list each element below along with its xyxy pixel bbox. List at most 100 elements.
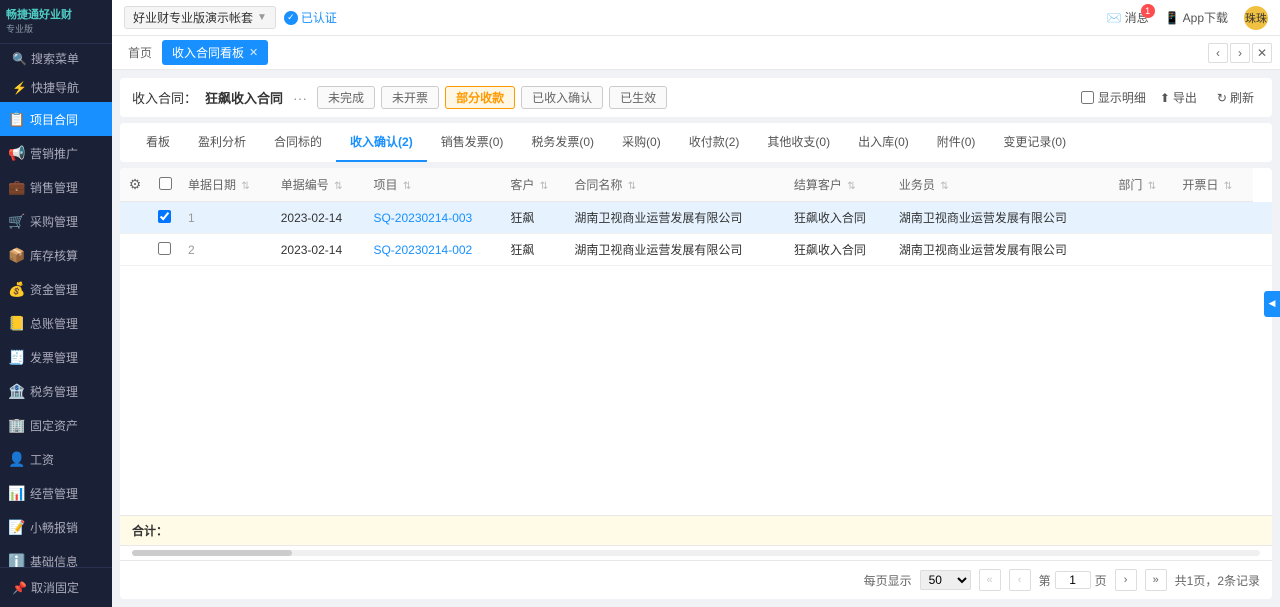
row-select-checkbox[interactable] bbox=[158, 242, 171, 255]
message-button[interactable]: ✉️ 消息 1 bbox=[1107, 9, 1149, 26]
sidebar-quicknav-label: 快捷导航 bbox=[31, 79, 79, 96]
sidebar-item-general-ledger[interactable]: 📒 总账管理 bbox=[0, 306, 112, 340]
status-confirmed[interactable]: 已收入确认 bbox=[521, 86, 603, 109]
sort-project-icon[interactable]: ⇅ bbox=[403, 181, 411, 192]
sidebar-search[interactable]: 🔍 搜索菜单 bbox=[0, 44, 112, 73]
row-date: 2023-02-14 bbox=[273, 202, 366, 234]
row-doc-no: SQ-20230214-003 bbox=[365, 202, 502, 234]
status-effective[interactable]: 已生效 bbox=[609, 86, 667, 109]
sort-settlement-icon[interactable]: ⇅ bbox=[847, 181, 855, 192]
export-button[interactable]: ⬆ 导出 bbox=[1154, 87, 1203, 108]
next-page-button[interactable]: › bbox=[1115, 569, 1137, 591]
sidebar-item-tax-mgmt[interactable]: 🏦 税务管理 bbox=[0, 374, 112, 408]
sidebar-item-marketing[interactable]: 📢 营销推广 bbox=[0, 136, 112, 170]
prev-page-button[interactable]: ‹ bbox=[1009, 569, 1031, 591]
row-select-checkbox[interactable] bbox=[158, 210, 171, 223]
marketing-icon: 📢 bbox=[8, 144, 26, 162]
show-detail-label: 显示明细 bbox=[1098, 89, 1146, 106]
sort-contract-icon[interactable]: ⇅ bbox=[628, 181, 636, 192]
status-incomplete[interactable]: 未完成 bbox=[317, 86, 375, 109]
last-page-button[interactable]: » bbox=[1145, 569, 1167, 591]
sidebar-item-capital-mgmt[interactable]: 💰 资金管理 bbox=[0, 272, 112, 306]
message-badge: 1 bbox=[1141, 4, 1155, 18]
subtab-contract-standard[interactable]: 合同标的 bbox=[260, 123, 336, 162]
select-all-checkbox[interactable] bbox=[159, 177, 172, 190]
capital-icon: 💰 bbox=[8, 280, 26, 298]
sidebar-item-labor[interactable]: 👤 工资 bbox=[0, 442, 112, 476]
sidebar-item-purchase-mgmt[interactable]: 🛒 采购管理 bbox=[0, 204, 112, 238]
tab-close-all-button[interactable]: ✕ bbox=[1252, 43, 1272, 63]
sidebar-item-operations[interactable]: 📊 经营管理 bbox=[0, 476, 112, 510]
table-row[interactable]: 1 2023-02-14 SQ-20230214-003 狂飙 湖南卫视商业运营… bbox=[120, 202, 1272, 234]
status-partial[interactable]: 部分收款 bbox=[445, 86, 515, 109]
sort-docno-icon[interactable]: ⇅ bbox=[334, 181, 342, 192]
sort-dept-icon[interactable]: ⇅ bbox=[1148, 181, 1156, 192]
per-page-select[interactable]: 50 100 200 bbox=[920, 570, 971, 590]
subtab-attachment[interactable]: 附件(0) bbox=[923, 123, 990, 162]
table-header-row: ⚙ 单据日期 ⇅ 单据编号 ⇅ bbox=[120, 168, 1272, 202]
row-num: 2 bbox=[180, 234, 273, 266]
tab-next-button[interactable]: › bbox=[1230, 43, 1250, 63]
refresh-icon: ↻ bbox=[1217, 91, 1227, 105]
tab-home[interactable]: 首页 bbox=[120, 44, 160, 61]
subtab-change-log[interactable]: 变更记录(0) bbox=[989, 123, 1080, 162]
col-gear: ⚙ bbox=[120, 168, 150, 202]
sidebar-item-project-contract[interactable]: 📋 项目合同 bbox=[0, 102, 112, 136]
subtab-other-receipt[interactable]: 其他收支(0) bbox=[753, 123, 844, 162]
sidebar-item-fixed-assets[interactable]: 🏢 固定资产 bbox=[0, 408, 112, 442]
subtab-sales-invoice[interactable]: 销售发票(0) bbox=[427, 123, 518, 162]
settings-icon[interactable]: ⚙ bbox=[129, 176, 142, 192]
app-download-button[interactable]: 📱 App下载 bbox=[1165, 9, 1228, 26]
subtab-income-confirm[interactable]: 收入确认(2) bbox=[336, 123, 427, 162]
sort-customer-icon[interactable]: ⇅ bbox=[540, 181, 548, 192]
contract-actions: 显示明细 ⬆ 导出 ↻ 刷新 bbox=[1081, 87, 1260, 108]
status-not-invoiced[interactable]: 未开票 bbox=[381, 86, 439, 109]
sidebar-quicknav[interactable]: ⚡ 快捷导航 bbox=[0, 73, 112, 102]
tab-income-contract[interactable]: 收入合同看板 ✕ bbox=[162, 40, 268, 65]
data-table: ⚙ 单据日期 ⇅ 单据编号 ⇅ bbox=[120, 168, 1272, 266]
subtab-payment[interactable]: 收付款(2) bbox=[675, 123, 754, 162]
tab-prev-button[interactable]: ‹ bbox=[1208, 43, 1228, 63]
sort-opendate-icon[interactable]: ⇅ bbox=[1224, 181, 1232, 192]
page-input[interactable] bbox=[1055, 571, 1091, 589]
sidebar-item-reports[interactable]: 📝 小畅报销 bbox=[0, 510, 112, 544]
sort-date-icon[interactable]: ⇅ bbox=[241, 181, 249, 192]
contract-header: 收入合同： 狂飙收入合同 ··· 未完成 未开票 部分收款 已收入确认 已生效 … bbox=[120, 78, 1272, 117]
tax-icon: 🏦 bbox=[8, 382, 26, 400]
operations-icon: 📊 bbox=[8, 484, 26, 502]
refresh-button[interactable]: ↻ 刷新 bbox=[1211, 87, 1260, 108]
sidebar-item-invoice-mgmt[interactable]: 🧾 发票管理 bbox=[0, 340, 112, 374]
row-sales-rep bbox=[1110, 234, 1174, 266]
right-panel-toggle[interactable]: ◀ bbox=[1264, 291, 1280, 317]
tab-close-icon[interactable]: ✕ bbox=[249, 46, 258, 59]
col-open-date: 开票日 ⇅ bbox=[1174, 168, 1252, 202]
subtab-tax-invoice[interactable]: 税务发票(0) bbox=[517, 123, 608, 162]
contract-name: 狂飙收入合同 bbox=[205, 88, 283, 107]
sort-salesrep-icon[interactable]: ⇅ bbox=[940, 181, 948, 192]
subtab-warehouse[interactable]: 出入库(0) bbox=[844, 123, 923, 162]
page-indicator: 第 页 bbox=[1039, 571, 1107, 589]
col-project: 项目 ⇅ bbox=[365, 168, 502, 202]
unpin-button[interactable]: 📌 取消固定 bbox=[8, 574, 104, 601]
sidebar-item-inventory[interactable]: 📦 库存核算 bbox=[0, 238, 112, 272]
first-page-button[interactable]: « bbox=[979, 569, 1001, 591]
subtab-dashboard[interactable]: 看板 bbox=[132, 123, 184, 162]
tab-label: 收入合同看板 bbox=[172, 44, 244, 61]
subtab-purchase[interactable]: 采购(0) bbox=[608, 123, 675, 162]
doc-no-link[interactable]: SQ-20230214-003 bbox=[373, 211, 472, 225]
doc-no-link[interactable]: SQ-20230214-002 bbox=[373, 243, 472, 257]
message-icon: ✉️ bbox=[1107, 11, 1122, 25]
company-selector[interactable]: 好业财专业版演示帐套 ▼ bbox=[124, 6, 276, 29]
sidebar-item-basic-info[interactable]: ℹ️ 基础信息 bbox=[0, 544, 112, 567]
user-avatar[interactable]: 珠珠 bbox=[1244, 6, 1268, 30]
subtab-profit-analysis[interactable]: 盈利分析 bbox=[184, 123, 260, 162]
show-detail-checkbox[interactable]: 显示明细 bbox=[1081, 89, 1146, 106]
show-detail-input[interactable] bbox=[1081, 91, 1094, 104]
more-options-icon[interactable]: ··· bbox=[293, 90, 307, 106]
sidebar-item-label: 基础信息 bbox=[30, 553, 78, 567]
sidebar-item-sales-mgmt[interactable]: 💼 销售管理 bbox=[0, 170, 112, 204]
unpin-icon: 📌 bbox=[12, 581, 27, 595]
table-row[interactable]: 2 2023-02-14 SQ-20230214-002 狂飙 湖南卫视商业运营… bbox=[120, 234, 1272, 266]
scrollbar-thumb[interactable] bbox=[132, 550, 292, 556]
row-customer: 湖南卫视商业运营发展有限公司 bbox=[566, 202, 785, 234]
